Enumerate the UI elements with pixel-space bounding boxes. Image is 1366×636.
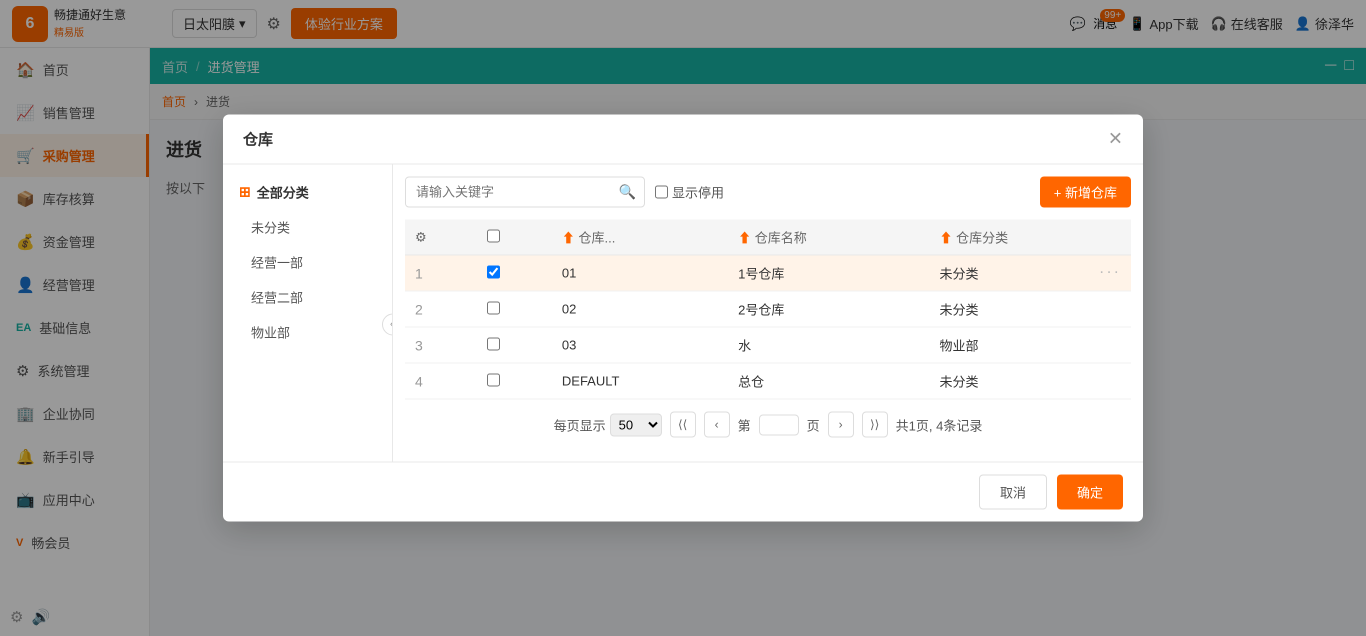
- modal-title: 仓库: [243, 129, 273, 150]
- category-item-unclassified[interactable]: 未分类: [223, 210, 392, 245]
- modal-footer: 取消 确定: [223, 462, 1143, 522]
- prev-page-btn[interactable]: ‹: [704, 412, 730, 438]
- search-icon[interactable]: 🔍: [611, 178, 644, 207]
- search-bar: 🔍 显示停用 + 新增仓库: [405, 177, 1131, 208]
- row-name-0: 1号仓库: [728, 255, 929, 291]
- row-checkbox-3[interactable]: [477, 363, 552, 399]
- first-page-btn[interactable]: ⟨⟨: [670, 412, 696, 438]
- row-checkbox-2[interactable]: [477, 327, 552, 363]
- row-settings-2: 3: [405, 327, 477, 363]
- sort-icon-cat: ⬆: [940, 231, 953, 246]
- row-category-3: 未分类: [930, 363, 1131, 399]
- confirm-btn[interactable]: 确定: [1057, 475, 1123, 510]
- row-name-2: 水: [728, 327, 929, 363]
- category-item-property[interactable]: 物业部: [223, 315, 392, 350]
- row-settings-1: 2: [405, 291, 477, 327]
- table-row[interactable]: 4 DEFAULT 总仓 未分类: [405, 363, 1131, 399]
- row-checkbox-0[interactable]: [477, 255, 552, 291]
- table-container: ⚙ ⬆ 仓库... ⬆ 仓库名称 ⬆: [405, 220, 1131, 400]
- total-info: 共1页, 4条记录: [896, 415, 983, 434]
- row-category-1: 未分类: [930, 291, 1131, 327]
- grid-icon: ⊞: [239, 184, 251, 201]
- modal-header: 仓库 ✕: [223, 115, 1143, 165]
- row-settings-3: 4: [405, 363, 477, 399]
- row-checkbox-1[interactable]: [477, 291, 552, 327]
- table-row[interactable]: 3 03 水 物业部: [405, 327, 1131, 363]
- add-warehouse-btn[interactable]: + 新增仓库: [1040, 177, 1131, 208]
- row-code-0: 01: [552, 255, 728, 291]
- page-number-input[interactable]: 1: [759, 414, 799, 435]
- col-checkbox: [477, 220, 552, 256]
- show-disabled-label[interactable]: 显示停用: [655, 183, 724, 202]
- row-code-3: DEFAULT: [552, 363, 728, 399]
- table-header-row: ⚙ ⬆ 仓库... ⬆ 仓库名称 ⬆: [405, 220, 1131, 256]
- row-category-2: 物业部: [930, 327, 1131, 363]
- col-code[interactable]: ⬆ 仓库...: [552, 220, 728, 256]
- pagination: 每页显示 50 100 200 ⟨⟨ ‹ 第 1 页 › ⟩⟩ 共1页, 4条记…: [405, 400, 1131, 450]
- row-name-3: 总仓: [728, 363, 929, 399]
- warehouse-modal: 仓库 ✕ ⊞ 全部分类 « 未分类 经营一部 经营二部 物业部: [223, 115, 1143, 522]
- last-page-btn[interactable]: ⟩⟩: [862, 412, 888, 438]
- select-all-checkbox[interactable]: [487, 229, 500, 242]
- search-input-wrap: 🔍: [405, 177, 645, 208]
- category-panel: ⊞ 全部分类 « 未分类 经营一部 经营二部 物业部: [223, 165, 393, 462]
- cancel-btn[interactable]: 取消: [979, 475, 1047, 510]
- modal-body: ⊞ 全部分类 « 未分类 经营一部 经营二部 物业部 🔍: [223, 165, 1143, 462]
- row-settings-0: 1: [405, 255, 477, 291]
- page-size-select: 每页显示 50 100 200: [554, 413, 662, 436]
- next-page-btn[interactable]: ›: [828, 412, 854, 438]
- table-row[interactable]: 1 01 1号仓库 未分类···: [405, 255, 1131, 291]
- row-code-2: 03: [552, 327, 728, 363]
- table-panel: 🔍 显示停用 + 新增仓库 ⚙ ⬆: [393, 165, 1143, 462]
- search-input[interactable]: [406, 179, 611, 206]
- col-settings: ⚙: [405, 220, 477, 256]
- table-row[interactable]: 2 02 2号仓库 未分类: [405, 291, 1131, 327]
- col-name[interactable]: ⬆ 仓库名称: [728, 220, 929, 256]
- col-category[interactable]: ⬆ 仓库分类: [930, 220, 1131, 256]
- category-item-ops2[interactable]: 经营二部: [223, 280, 392, 315]
- table-body: 1 01 1号仓库 未分类··· 2 02 2号仓库 未分类 3 03 水 物业…: [405, 255, 1131, 399]
- category-item-ops1[interactable]: 经营一部: [223, 245, 392, 280]
- row-name-1: 2号仓库: [728, 291, 929, 327]
- show-disabled-checkbox[interactable]: [655, 186, 668, 199]
- page-size-dropdown[interactable]: 50 100 200: [610, 413, 662, 436]
- row-category-0: 未分类···: [930, 255, 1131, 291]
- sort-icon-name: ⬆: [738, 231, 751, 246]
- warehouse-table: ⚙ ⬆ 仓库... ⬆ 仓库名称 ⬆: [405, 220, 1131, 400]
- row-code-1: 02: [552, 291, 728, 327]
- sort-icon: ⬆: [562, 231, 575, 246]
- category-all[interactable]: ⊞ 全部分类: [223, 175, 392, 210]
- modal-close-btn[interactable]: ✕: [1108, 129, 1123, 150]
